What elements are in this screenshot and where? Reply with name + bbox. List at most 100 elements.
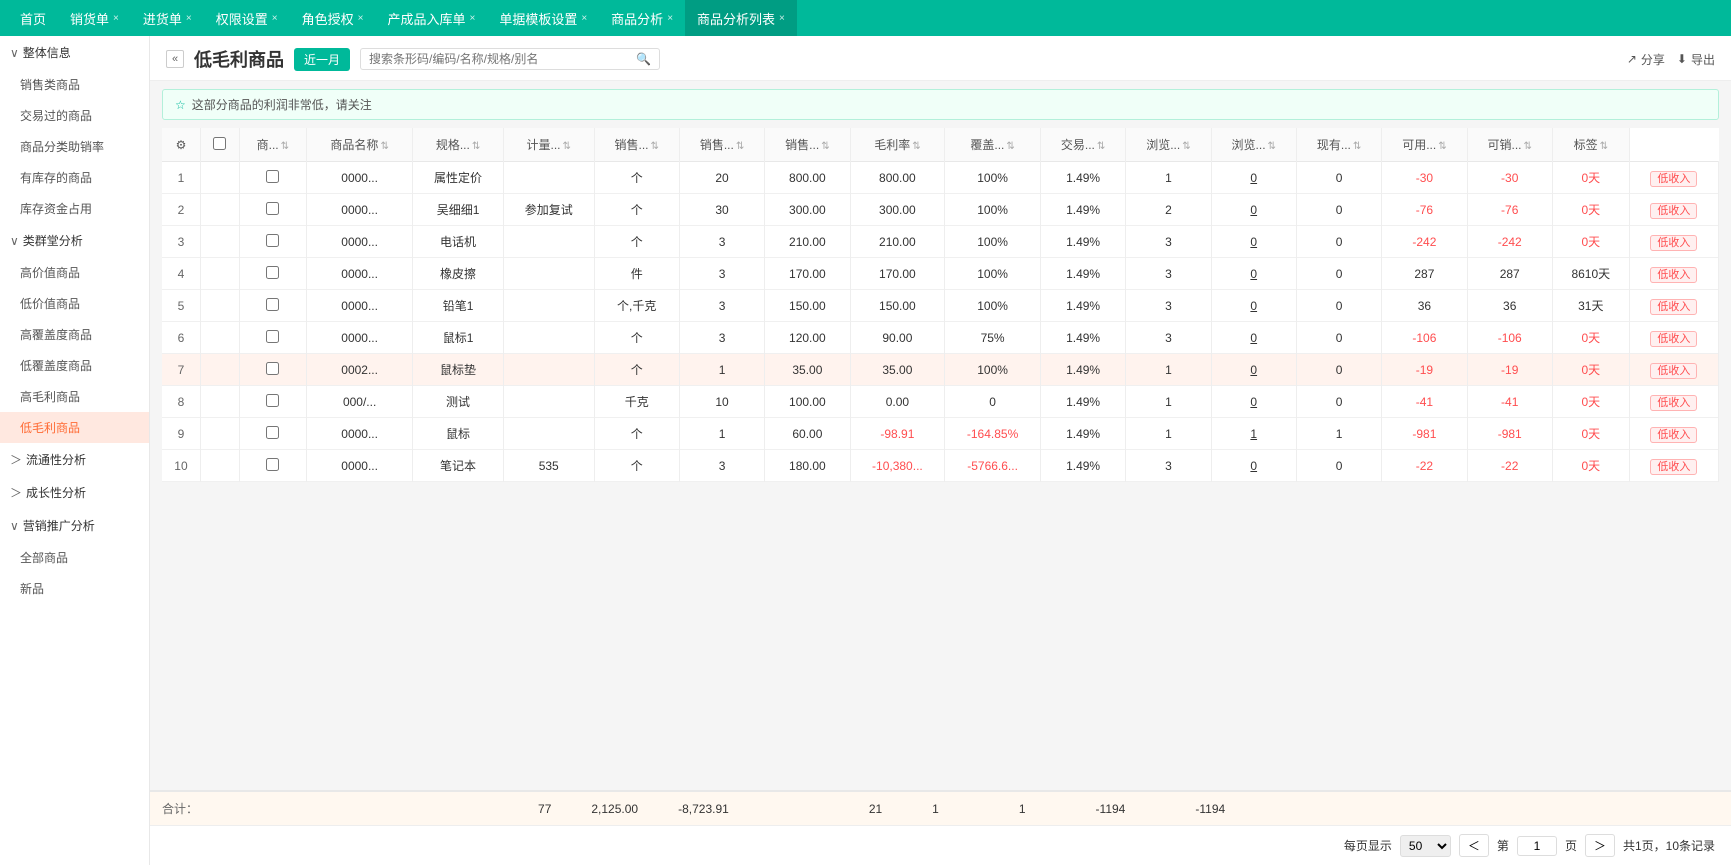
total-transactions: 21 <box>869 802 882 816</box>
row-checkbox[interactable] <box>266 266 279 279</box>
nav-sales-order[interactable]: 销货单× <box>58 0 131 36</box>
nav-permission-settings[interactable]: 权限设置× <box>204 0 290 36</box>
col-sellable-days[interactable]: 可销...⇅ <box>1467 128 1552 162</box>
sidebar-item-high-coverage[interactable]: 高覆盖度商品 <box>0 319 149 350</box>
sidebar-item-traded-products[interactable]: 交易过的商品 <box>0 100 149 131</box>
cell-checkbox[interactable] <box>239 258 306 290</box>
total-sales-qty: 77 <box>538 802 551 816</box>
col-sales-amount[interactable]: 销售...⇅ <box>679 128 764 162</box>
close-icon[interactable]: × <box>113 13 119 24</box>
cell-views1[interactable]: 0 <box>1211 290 1296 322</box>
sidebar-item-all-products[interactable]: 全部商品 <box>0 542 149 573</box>
cell-checkbox[interactable] <box>239 386 306 418</box>
cell-checkbox[interactable] <box>239 450 306 482</box>
sidebar-item-category-rate[interactable]: 商品分类助销率 <box>0 131 149 162</box>
sidebar-item-high-value[interactable]: 高价值商品 <box>0 257 149 288</box>
nav-product-analysis-list[interactable]: 商品分析列表× <box>685 0 797 36</box>
col-transactions[interactable]: 交易...⇅ <box>1040 128 1125 162</box>
row-checkbox[interactable] <box>266 330 279 343</box>
search-input[interactable] <box>369 52 632 66</box>
col-spec[interactable]: 规格...⇅ <box>413 128 504 162</box>
cell-checkbox[interactable] <box>239 354 306 386</box>
cell-available-stock: -19 <box>1467 354 1552 386</box>
close-icon[interactable]: × <box>779 13 785 24</box>
tag-badge: 低收入 <box>1650 203 1697 219</box>
sidebar-group-marketing[interactable]: ∨ 营销推广分析 <box>0 509 149 542</box>
col-settings[interactable]: ⚙ <box>162 128 200 162</box>
cell-available-stock: -41 <box>1467 386 1552 418</box>
cell-views1[interactable]: 0 <box>1211 226 1296 258</box>
sidebar-item-stock-capital[interactable]: 库存资金占用 <box>0 193 149 224</box>
row-checkbox[interactable] <box>266 298 279 311</box>
share-button[interactable]: ↗ 分享 <box>1627 51 1665 68</box>
close-icon[interactable]: × <box>272 13 278 24</box>
col-code[interactable]: 商...⇅ <box>239 128 306 162</box>
close-icon[interactable]: × <box>581 13 587 24</box>
search-icon[interactable]: 🔍 <box>636 52 651 66</box>
sidebar-item-new-products[interactable]: 新品 <box>0 573 149 604</box>
sidebar-group-growth[interactable]: ＞ 成长性分析 <box>0 476 149 509</box>
sidebar-item-high-margin[interactable]: 高毛利商品 <box>0 381 149 412</box>
nav-home[interactable]: 首页 <box>8 0 58 36</box>
row-checkbox[interactable] <box>266 234 279 247</box>
col-coverage[interactable]: 覆盖...⇅ <box>945 128 1041 162</box>
cell-views1[interactable]: 0 <box>1211 386 1296 418</box>
cell-views1[interactable]: 0 <box>1211 162 1296 194</box>
col-available-stock[interactable]: 可用...⇅ <box>1382 128 1467 162</box>
cell-checkbox[interactable] <box>239 290 306 322</box>
close-icon[interactable]: × <box>667 13 673 24</box>
cell-views1[interactable]: 1 <box>1211 418 1296 450</box>
collapse-sidebar-button[interactable]: « <box>166 50 184 68</box>
col-name[interactable]: 商品名称⇅ <box>307 128 413 162</box>
sidebar-item-stocked-products[interactable]: 有库存的商品 <box>0 162 149 193</box>
next-page-button[interactable]: ＞ <box>1585 834 1615 857</box>
sidebar-item-low-margin[interactable]: 低毛利商品 <box>0 412 149 443</box>
row-checkbox[interactable] <box>266 362 279 375</box>
col-sales-profit[interactable]: 销售...⇅ <box>765 128 850 162</box>
col-gross-margin[interactable]: 毛利率⇅ <box>850 128 945 162</box>
row-checkbox[interactable] <box>266 426 279 439</box>
close-icon[interactable]: × <box>469 13 475 24</box>
export-button[interactable]: ⬇ 导出 <box>1677 51 1715 68</box>
row-checkbox[interactable] <box>266 394 279 407</box>
col-views1[interactable]: 浏览...⇅ <box>1126 128 1211 162</box>
close-icon[interactable]: × <box>358 13 364 24</box>
nav-role-auth[interactable]: 角色授权× <box>290 0 376 36</box>
cell-checkbox[interactable] <box>239 162 306 194</box>
sidebar-item-sales-products[interactable]: 销售类商品 <box>0 69 149 100</box>
select-all-checkbox[interactable] <box>213 137 226 150</box>
close-icon[interactable]: × <box>186 13 192 24</box>
row-checkbox[interactable] <box>266 170 279 183</box>
prev-page-button[interactable]: ＜ <box>1459 834 1489 857</box>
per-page-select[interactable]: 50 10 20 100 <box>1400 835 1451 857</box>
row-checkbox[interactable] <box>266 202 279 215</box>
sidebar-group-cluster[interactable]: ∨ 类群堂分析 <box>0 224 149 257</box>
row-checkbox[interactable] <box>266 458 279 471</box>
cell-checkbox[interactable] <box>239 418 306 450</box>
page-number-input[interactable] <box>1517 836 1557 856</box>
cell-views1[interactable]: 0 <box>1211 354 1296 386</box>
sidebar-group-overall[interactable]: ∨ 整体信息 <box>0 36 149 69</box>
cell-views1[interactable]: 0 <box>1211 258 1296 290</box>
tag-badge: 低收入 <box>1650 299 1697 315</box>
col-views2[interactable]: 浏览...⇅ <box>1211 128 1296 162</box>
cell-checkbox[interactable] <box>239 194 306 226</box>
sidebar-item-low-value[interactable]: 低价值商品 <box>0 288 149 319</box>
nav-purchase-order[interactable]: 进货单× <box>131 0 204 36</box>
cell-views1[interactable]: 0 <box>1211 194 1296 226</box>
cell-views1[interactable]: 0 <box>1211 450 1296 482</box>
nav-product-analysis[interactable]: 商品分析× <box>599 0 685 36</box>
col-unit[interactable]: 计量...⇅ <box>503 128 594 162</box>
cell-checkbox[interactable] <box>239 322 306 354</box>
date-filter-button[interactable]: 近一月 <box>294 48 350 71</box>
sidebar-group-liquidity[interactable]: ＞ 流通性分析 <box>0 443 149 476</box>
col-checkbox[interactable] <box>200 128 239 162</box>
cell-checkbox[interactable] <box>239 226 306 258</box>
cell-views1[interactable]: 0 <box>1211 322 1296 354</box>
nav-template-settings[interactable]: 单据模板设置× <box>487 0 599 36</box>
sidebar-item-low-coverage[interactable]: 低覆盖度商品 <box>0 350 149 381</box>
nav-product-inbound[interactable]: 产成品入库单× <box>375 0 487 36</box>
col-tag[interactable]: 标签⇅ <box>1552 128 1629 162</box>
col-current-stock[interactable]: 现有...⇅ <box>1296 128 1381 162</box>
col-sales-qty[interactable]: 销售...⇅ <box>594 128 679 162</box>
